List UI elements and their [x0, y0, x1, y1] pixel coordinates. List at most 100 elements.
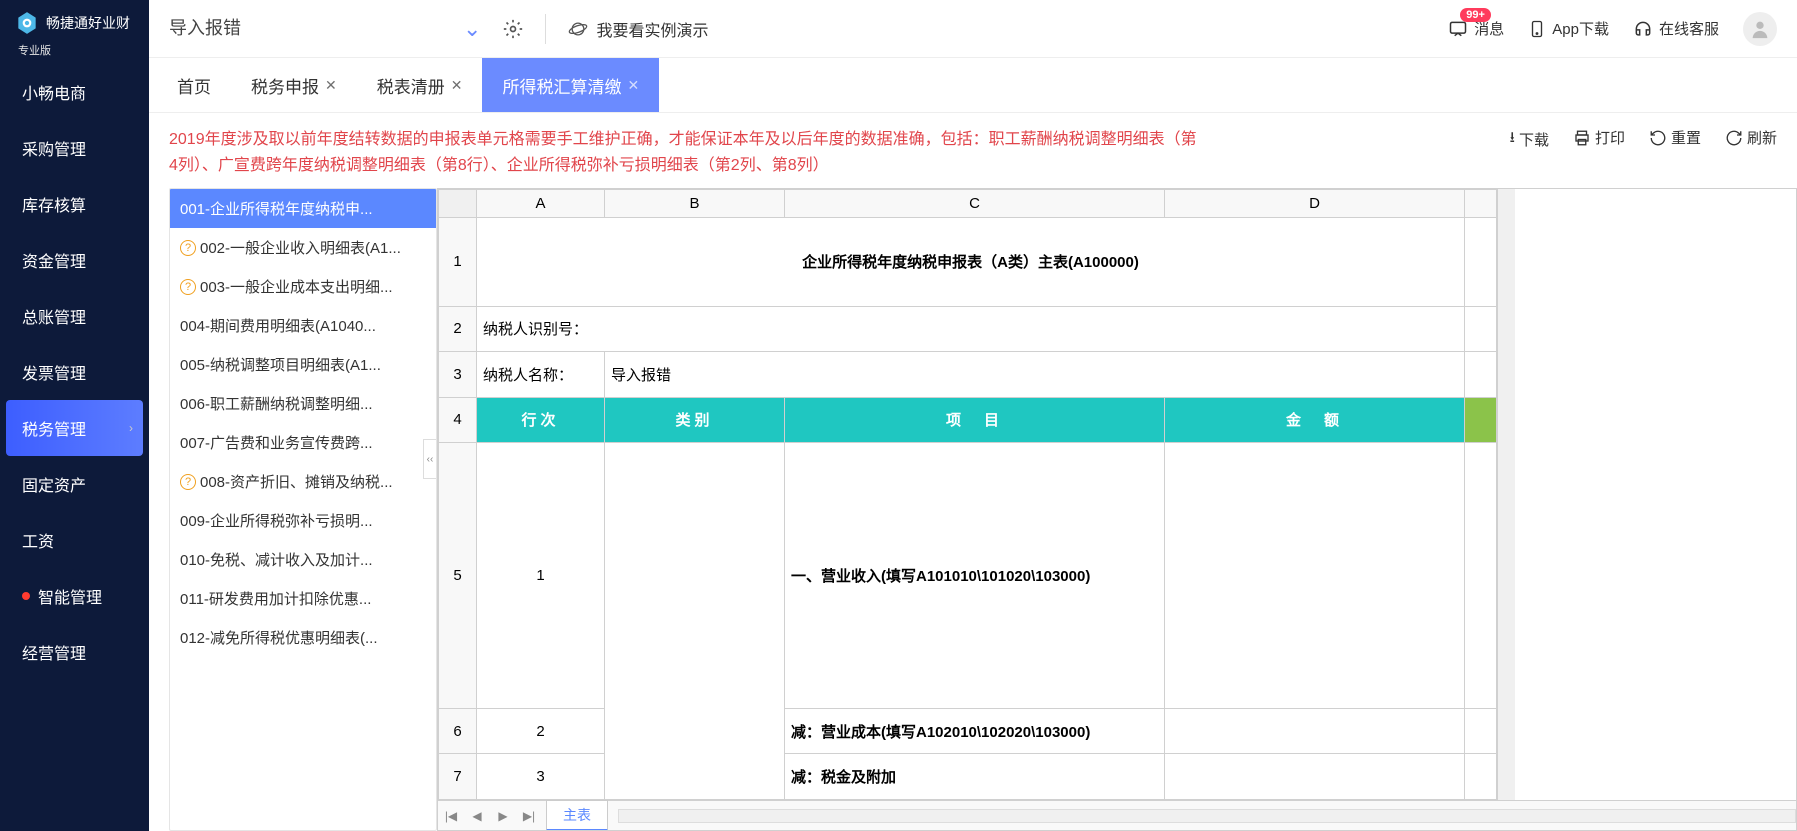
reset-button[interactable]: 重置 [1649, 127, 1701, 148]
sheet-tab[interactable]: 主表 [546, 800, 608, 831]
tab-income-tax[interactable]: 所得税汇算清缴✕ [482, 58, 659, 112]
sheet-nav-prev[interactable]: ◀ [464, 809, 490, 823]
form-item[interactable]: 005-纳税调整项目明细表(A1... [170, 345, 436, 384]
support-button[interactable]: 在线客服 [1633, 18, 1719, 39]
sidebar-item-tax[interactable]: 税务管理› [6, 400, 143, 456]
form-item[interactable]: 011-研发费用加计扣除优惠... [170, 579, 436, 618]
row-header[interactable]: 2 [439, 306, 477, 352]
cell-amount[interactable] [1165, 443, 1465, 709]
form-item[interactable]: ?002-一般企业收入明细表(A1... [170, 228, 436, 267]
cell-line[interactable]: 1 [477, 443, 605, 709]
avatar[interactable] [1743, 12, 1777, 46]
cell[interactable] [1465, 397, 1497, 443]
sidebar: 畅捷通好业财 专业版 小畅电商 采购管理 库存核算 资金管理 总账管理 发票管理… [0, 0, 149, 831]
cell-category[interactable] [605, 443, 785, 800]
refresh-icon [1725, 129, 1743, 147]
close-icon[interactable]: ✕ [627, 77, 639, 94]
cell[interactable] [1465, 306, 1497, 352]
col-header[interactable]: A [477, 190, 605, 218]
messages-button[interactable]: 99+ 消息 [1448, 18, 1504, 39]
form-item[interactable]: 006-职工薪酬纳税调整明细... [170, 384, 436, 423]
sidebar-item-invoice[interactable]: 发票管理 [0, 344, 149, 400]
print-button[interactable]: 打印 [1573, 127, 1625, 148]
cell-line[interactable]: 2 [477, 708, 605, 754]
sheet-nav-next[interactable]: ▶ [490, 809, 516, 823]
print-icon [1573, 129, 1591, 147]
sheet-table-extra[interactable] [1464, 189, 1497, 800]
row-header[interactable]: 4 [439, 397, 477, 443]
search-input[interactable] [163, 12, 453, 46]
col-amount-header[interactable]: 金 额 [1165, 397, 1465, 443]
col-item-header[interactable]: 项 目 [785, 397, 1165, 443]
horizontal-scrollbar[interactable] [618, 809, 1796, 823]
form-item[interactable]: 001-企业所得税年度纳税申... [170, 189, 436, 228]
content: 2019年度涉及取以前年度结转数据的申报表单元格需要手工维护正确，才能保证本年及… [149, 113, 1797, 831]
close-icon[interactable]: ✕ [451, 77, 463, 94]
form-item[interactable]: 010-免税、减计收入及加计... [170, 540, 436, 579]
sidebar-item-business[interactable]: 经营管理 [0, 624, 149, 680]
sheet-grid: A B C D 1 企业所得税年度纳税申报表（A类）主表(A100000) 2 … [438, 189, 1796, 800]
sheet-nav-first[interactable]: |◀ [438, 809, 464, 823]
col-category-header[interactable]: 类别 [605, 397, 785, 443]
cell[interactable] [1465, 708, 1497, 754]
row-header[interactable]: 7 [439, 754, 477, 800]
app-download-button[interactable]: App下载 [1528, 18, 1609, 39]
form-item[interactable]: 009-企业所得税弥补亏损明... [170, 501, 436, 540]
row-header[interactable]: 5 [439, 443, 477, 709]
col-line-header[interactable]: 行次 [477, 397, 605, 443]
sidebar-item-funds[interactable]: 资金管理 [0, 232, 149, 288]
notice-row: 2019年度涉及取以前年度结转数据的申报表单元格需要手工维护正确，才能保证本年及… [149, 113, 1797, 188]
vertical-scrollbar[interactable] [1497, 189, 1515, 800]
download-button[interactable]: ⭳下载 [1510, 127, 1549, 152]
cell[interactable] [1465, 218, 1497, 307]
cell[interactable] [1465, 352, 1497, 398]
tab-home[interactable]: 首页 [157, 58, 231, 112]
corner-cell[interactable] [439, 190, 477, 218]
badge: 99+ [1460, 8, 1491, 22]
form-item[interactable]: ?003-一般企业成本支出明细... [170, 267, 436, 306]
tab-tax-declare[interactable]: 税务申报✕ [231, 58, 357, 112]
refresh-button[interactable]: 刷新 [1725, 127, 1777, 148]
form-item[interactable]: 004-期间费用明细表(A1040... [170, 306, 436, 345]
close-icon[interactable]: ✕ [325, 77, 337, 94]
gear-icon[interactable] [503, 19, 523, 39]
cell-item[interactable]: 减：税金及附加 [785, 754, 1165, 800]
col-header[interactable]: C [785, 190, 1165, 218]
sidebar-item-assets[interactable]: 固定资产 [0, 456, 149, 512]
sidebar-item-salary[interactable]: 工资 [0, 512, 149, 568]
taxpayer-name-label[interactable]: 纳税人名称： [477, 352, 605, 398]
dot-indicator-icon [22, 592, 30, 600]
sidebar-item-inventory[interactable]: 库存核算 [0, 176, 149, 232]
sheet-table[interactable]: A B C D 1 企业所得税年度纳税申报表（A类）主表(A100000) 2 … [438, 189, 1465, 800]
form-item[interactable]: 012-减免所得税优惠明细表(... [170, 618, 436, 657]
sidebar-item-ai[interactable]: 智能管理 [0, 568, 149, 624]
form-item[interactable]: ?008-资产折旧、摊销及纳税... [170, 462, 436, 501]
row-header[interactable]: 3 [439, 352, 477, 398]
demo-link[interactable]: 我要看实例演示 [568, 17, 708, 41]
sidebar-item-ledger[interactable]: 总账管理 [0, 288, 149, 344]
cell-item[interactable]: 一、营业收入(填写A101010\101020\103000) [785, 443, 1165, 709]
taxpayer-name-value[interactable]: 导入报错 [605, 352, 1465, 398]
cell-amount[interactable] [1165, 754, 1465, 800]
cell-item[interactable]: 减：营业成本(填写A102010\102020\103000) [785, 708, 1165, 754]
taxpayer-id-row[interactable]: 纳税人识别号： [477, 306, 1465, 352]
form-item[interactable]: 007-广告费和业务宣传费跨... [170, 423, 436, 462]
sheet-title[interactable]: 企业所得税年度纳税申报表（A类）主表(A100000) [477, 218, 1465, 307]
col-header[interactable]: B [605, 190, 785, 218]
notice-text: 2019年度涉及取以前年度结转数据的申报表单元格需要手工维护正确，才能保证本年及… [169, 127, 1199, 178]
cell-line[interactable]: 3 [477, 754, 605, 800]
row-header[interactable]: 1 [439, 218, 477, 307]
question-icon: ? [180, 240, 196, 256]
col-header[interactable]: D [1165, 190, 1465, 218]
sidebar-item-ecommerce[interactable]: 小畅电商 [0, 64, 149, 120]
cell[interactable] [1465, 443, 1497, 709]
col-header[interactable] [1465, 190, 1497, 218]
cell-amount[interactable] [1165, 708, 1465, 754]
cell[interactable] [1465, 754, 1497, 800]
search-dropdown-icon[interactable]: ⌄ [463, 16, 481, 42]
row-header[interactable]: 6 [439, 708, 477, 754]
tab-tax-register[interactable]: 税表清册✕ [357, 58, 483, 112]
sidebar-item-purchase[interactable]: 采购管理 [0, 120, 149, 176]
sheet-nav-last[interactable]: ▶| [516, 809, 542, 823]
collapse-handle[interactable]: ‹‹ [423, 439, 437, 479]
